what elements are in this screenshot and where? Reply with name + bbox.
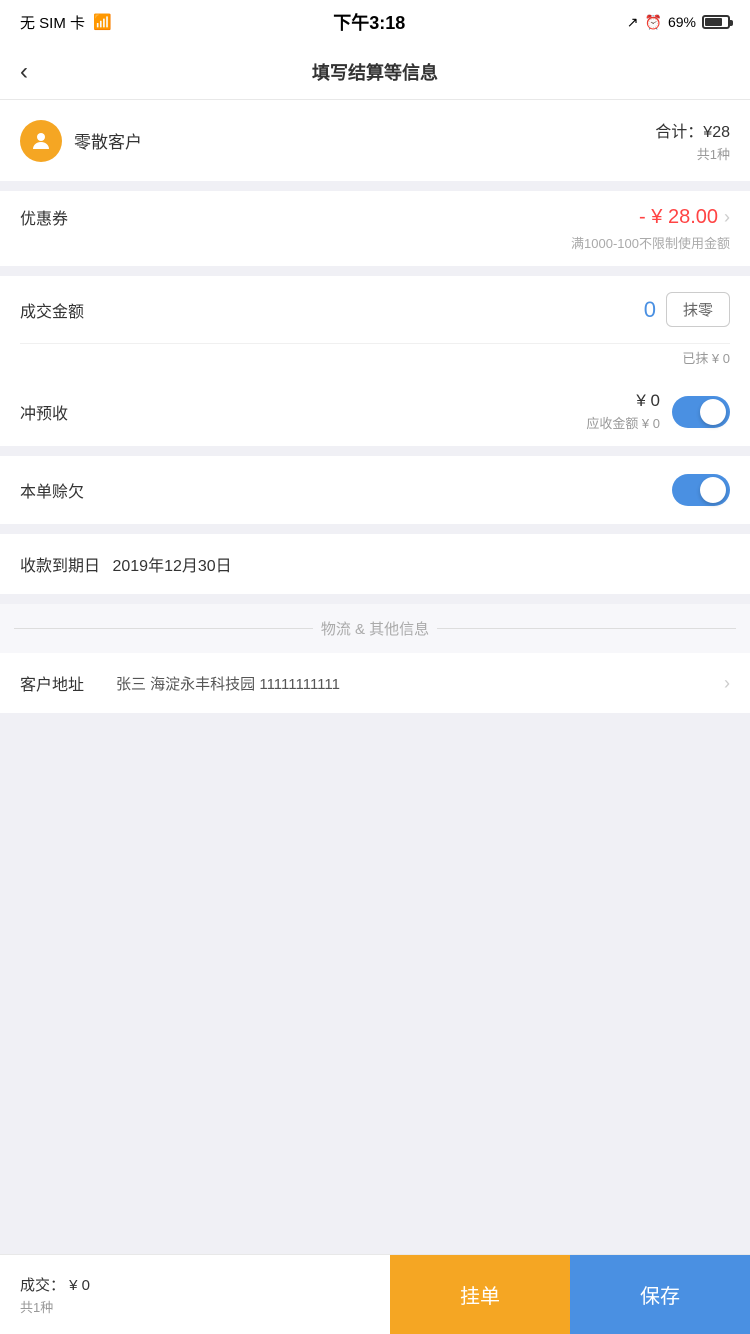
address-section[interactable]: 客户地址 张三 海淀永丰科技园 11111111111 ›: [0, 653, 750, 713]
address-label: 客户地址: [20, 671, 100, 695]
coupon-top: 优惠券 - ¥ 28.00 ›: [20, 205, 730, 229]
customer-row: 零散客户 合计：¥28 共1种: [0, 100, 750, 181]
credit-label: 本单赊欠: [20, 478, 84, 502]
coupon-desc: 满1000-100不限制使用金额: [20, 233, 730, 252]
avatar: [20, 120, 62, 162]
transaction-value[interactable]: 0: [644, 297, 656, 323]
receivable-amount: 应收金额 ¥ 0: [586, 413, 660, 432]
prepayment-values: ¥ 0 应收金额 ¥ 0: [586, 391, 660, 432]
battery-icon: [702, 15, 730, 29]
coupon-label: 优惠券: [20, 205, 68, 229]
due-date-label: 收款到期日: [20, 558, 100, 575]
prepayment-amount: ¥ 0: [586, 391, 660, 411]
total-amount: 合计：¥28: [655, 118, 730, 142]
address-row[interactable]: 客户地址 张三 海淀永丰科技园 11111111111 ›: [0, 653, 750, 713]
location-icon: ↗: [627, 14, 639, 31]
customer-left: 零散客户: [20, 120, 142, 162]
customer-name: 零散客户: [74, 128, 142, 153]
toggle-knob: [700, 399, 726, 425]
due-date-section: 收款到期日 2019年12月30日: [0, 534, 750, 594]
no-sim-text: 无 SIM 卡: [20, 12, 85, 33]
credit-row: 本单赊欠: [20, 456, 730, 524]
status-right: ↗ ⏰ 69%: [627, 14, 730, 31]
prepayment-right: ¥ 0 应收金额 ¥ 0: [586, 391, 730, 432]
coupon-row[interactable]: 优惠券 - ¥ 28.00 › 满1000-100不限制使用金额: [0, 191, 750, 266]
nav-bar: ‹ 填写结算等信息: [0, 44, 750, 100]
due-date-value[interactable]: 2019年12月30日: [112, 558, 231, 575]
transaction-row: 成交金额 0 抹零: [20, 276, 730, 344]
prepayment-label: 冲预收: [20, 400, 68, 424]
status-time: 下午3:18: [333, 9, 405, 35]
customer-right: 合计：¥28 共1种: [655, 118, 730, 163]
status-bar: 无 SIM 卡 📶 下午3:18 ↗ ⏰ 69%: [0, 0, 750, 44]
coupon-amount: - ¥ 28.00: [639, 206, 718, 229]
status-left: 无 SIM 卡 📶: [20, 12, 112, 33]
due-date-row: 收款到期日 2019年12月30日: [0, 534, 750, 594]
logistics-line-left: [14, 628, 313, 629]
back-button[interactable]: ‹: [20, 58, 28, 86]
prepayment-row: 冲预收 ¥ 0 应收金额 ¥ 0: [20, 377, 730, 446]
round-zero-button[interactable]: 抹零: [666, 292, 730, 327]
bottom-bar: 成交： ¥ 0 共1种 挂单 保存: [0, 1254, 750, 1334]
alarm-icon: ⏰: [645, 14, 662, 31]
save-button[interactable]: 保存: [570, 1255, 750, 1334]
credit-toggle[interactable]: [672, 474, 730, 506]
credit-toggle-knob: [700, 477, 726, 503]
total-count: 共1种: [655, 144, 730, 163]
bottom-deal: 成交： ¥ 0: [20, 1274, 390, 1295]
coupon-section[interactable]: 优惠券 - ¥ 28.00 › 满1000-100不限制使用金额: [0, 191, 750, 266]
transaction-right: 0 抹零: [644, 292, 730, 327]
logistics-line-right: [437, 628, 736, 629]
coupon-chevron: ›: [724, 207, 730, 228]
already-rounded: 已抹 ¥ 0: [20, 344, 730, 377]
hang-order-button[interactable]: 挂单: [390, 1255, 570, 1334]
transaction-label: 成交金额: [20, 298, 84, 322]
battery-text: 69%: [668, 14, 696, 30]
customer-section: 零散客户 合计：¥28 共1种: [0, 100, 750, 181]
content: 零散客户 合计：¥28 共1种 优惠券 - ¥ 28.00 › 满1000-10…: [0, 100, 750, 823]
bottom-count: 共1种: [20, 1297, 390, 1316]
address-chevron: ›: [724, 673, 730, 694]
address-value: 张三 海淀永丰科技园 11111111111: [116, 673, 708, 694]
logistics-label: 物流 & 其他信息: [321, 618, 429, 639]
credit-section: 本单赊欠: [0, 456, 750, 524]
coupon-description: 满1000-100不限制使用金额: [571, 233, 730, 252]
wifi-icon: 📶: [93, 13, 112, 31]
logistics-header: 物流 & 其他信息: [0, 604, 750, 653]
transaction-section: 成交金额 0 抹零 已抹 ¥ 0 冲预收 ¥ 0 应收金额 ¥ 0: [0, 276, 750, 446]
page-title: 填写结算等信息: [312, 59, 438, 85]
prepayment-toggle[interactable]: [672, 396, 730, 428]
bottom-info: 成交： ¥ 0 共1种: [0, 1255, 390, 1334]
